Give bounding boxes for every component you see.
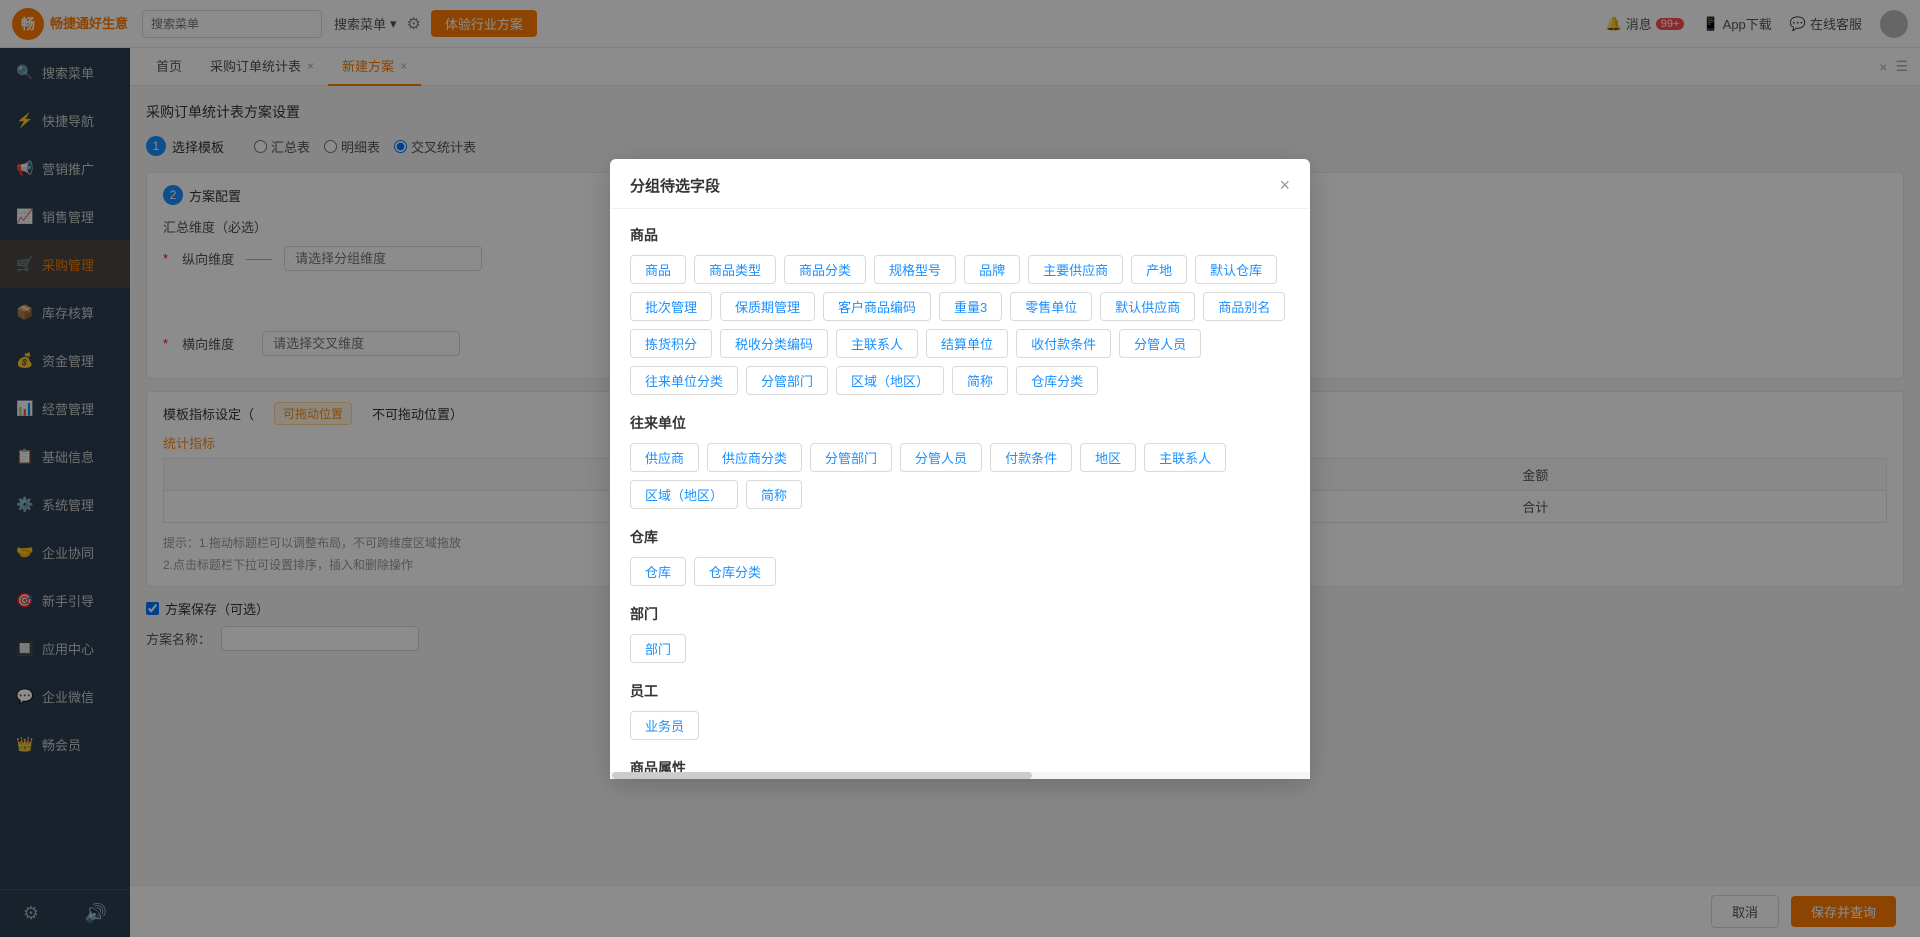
field-tag-4-0[interactable]: 业务员 — [630, 711, 699, 740]
field-tag-1-5[interactable]: 地区 — [1080, 443, 1136, 472]
field-tag-0-5[interactable]: 主要供应商 — [1028, 255, 1123, 284]
field-tag-0-9[interactable]: 保质期管理 — [720, 292, 815, 321]
field-tag-0-24[interactable]: 简称 — [952, 366, 1008, 395]
field-tag-1-0[interactable]: 供应商 — [630, 443, 699, 472]
modal-overlay: 分组待选字段 × 商品商品商品类型商品分类规格型号品牌主要供应商产地默认仓库批次… — [0, 0, 1920, 937]
modal-horizontal-scrollbar — [610, 772, 1310, 779]
modal-close-button[interactable]: × — [1279, 176, 1290, 194]
field-group-title-4: 员工 — [630, 681, 1290, 701]
field-tag-0-16[interactable]: 税收分类编码 — [720, 329, 828, 358]
field-tag-0-18[interactable]: 结算单位 — [926, 329, 1008, 358]
field-tag-1-3[interactable]: 分管人员 — [900, 443, 982, 472]
field-tag-0-13[interactable]: 默认供应商 — [1100, 292, 1195, 321]
field-tag-0-14[interactable]: 商品别名 — [1203, 292, 1285, 321]
field-group-2: 仓库仓库仓库分类 — [630, 527, 1290, 586]
field-tag-0-19[interactable]: 收付款条件 — [1016, 329, 1111, 358]
modal-body[interactable]: 商品商品商品类型商品分类规格型号品牌主要供应商产地默认仓库批次管理保质期管理客户… — [610, 209, 1310, 772]
modal-header: 分组待选字段 × — [610, 159, 1310, 209]
field-tag-3-0[interactable]: 部门 — [630, 634, 686, 663]
field-group-5: 商品属性属性颜色多规格尺码鞋码1 — [630, 758, 1290, 772]
modal-scrollbar-thumb — [612, 772, 1032, 779]
field-tag-0-25[interactable]: 仓库分类 — [1016, 366, 1098, 395]
field-tag-1-8[interactable]: 简称 — [746, 480, 802, 509]
field-tag-1-6[interactable]: 主联系人 — [1144, 443, 1226, 472]
field-tag-0-22[interactable]: 分管部门 — [746, 366, 828, 395]
field-tag-0-21[interactable]: 往来单位分类 — [630, 366, 738, 395]
field-group-title-1: 往来单位 — [630, 413, 1290, 433]
field-group-title-2: 仓库 — [630, 527, 1290, 547]
field-tag-0-4[interactable]: 品牌 — [964, 255, 1020, 284]
field-group-1: 往来单位供应商供应商分类分管部门分管人员付款条件地区主联系人区域（地区） 简称 — [630, 413, 1290, 509]
field-tags-3: 部门 — [630, 634, 1290, 663]
field-tag-0-11[interactable]: 重量3 — [939, 292, 1002, 321]
field-tag-0-10[interactable]: 客户商品编码 — [823, 292, 931, 321]
field-group-4: 员工业务员 — [630, 681, 1290, 740]
field-tag-0-12[interactable]: 零售单位 — [1010, 292, 1092, 321]
field-tag-0-3[interactable]: 规格型号 — [874, 255, 956, 284]
field-group-title-3: 部门 — [630, 604, 1290, 624]
field-tag-0-2[interactable]: 商品分类 — [784, 255, 866, 284]
field-group-0: 商品商品商品类型商品分类规格型号品牌主要供应商产地默认仓库批次管理保质期管理客户… — [630, 225, 1290, 395]
field-tag-2-1[interactable]: 仓库分类 — [694, 557, 776, 586]
field-tag-0-8[interactable]: 批次管理 — [630, 292, 712, 321]
field-tag-1-1[interactable]: 供应商分类 — [707, 443, 802, 472]
field-tag-0-7[interactable]: 默认仓库 — [1195, 255, 1277, 284]
field-tag-2-0[interactable]: 仓库 — [630, 557, 686, 586]
field-tag-0-20[interactable]: 分管人员 — [1119, 329, 1201, 358]
field-tag-0-23[interactable]: 区域（地区） — [836, 366, 944, 395]
field-group-3: 部门部门 — [630, 604, 1290, 663]
field-tag-1-4[interactable]: 付款条件 — [990, 443, 1072, 472]
field-tags-4: 业务员 — [630, 711, 1290, 740]
field-group-title-5: 商品属性 — [630, 758, 1290, 772]
field-tags-2: 仓库仓库分类 — [630, 557, 1290, 586]
field-tag-1-2[interactable]: 分管部门 — [810, 443, 892, 472]
field-tag-0-17[interactable]: 主联系人 — [836, 329, 918, 358]
field-tag-1-7[interactable]: 区域（地区） — [630, 480, 738, 509]
modal: 分组待选字段 × 商品商品商品类型商品分类规格型号品牌主要供应商产地默认仓库批次… — [610, 159, 1310, 779]
field-group-title-0: 商品 — [630, 225, 1290, 245]
modal-title: 分组待选字段 — [630, 175, 720, 196]
field-tags-0: 商品商品类型商品分类规格型号品牌主要供应商产地默认仓库批次管理保质期管理客户商品… — [630, 255, 1290, 395]
field-tag-0-0[interactable]: 商品 — [630, 255, 686, 284]
field-tags-1: 供应商供应商分类分管部门分管人员付款条件地区主联系人区域（地区） 简称 — [630, 443, 1290, 509]
field-tag-0-1[interactable]: 商品类型 — [694, 255, 776, 284]
field-tag-0-6[interactable]: 产地 — [1131, 255, 1187, 284]
field-tag-0-15[interactable]: 拣货积分 — [630, 329, 712, 358]
